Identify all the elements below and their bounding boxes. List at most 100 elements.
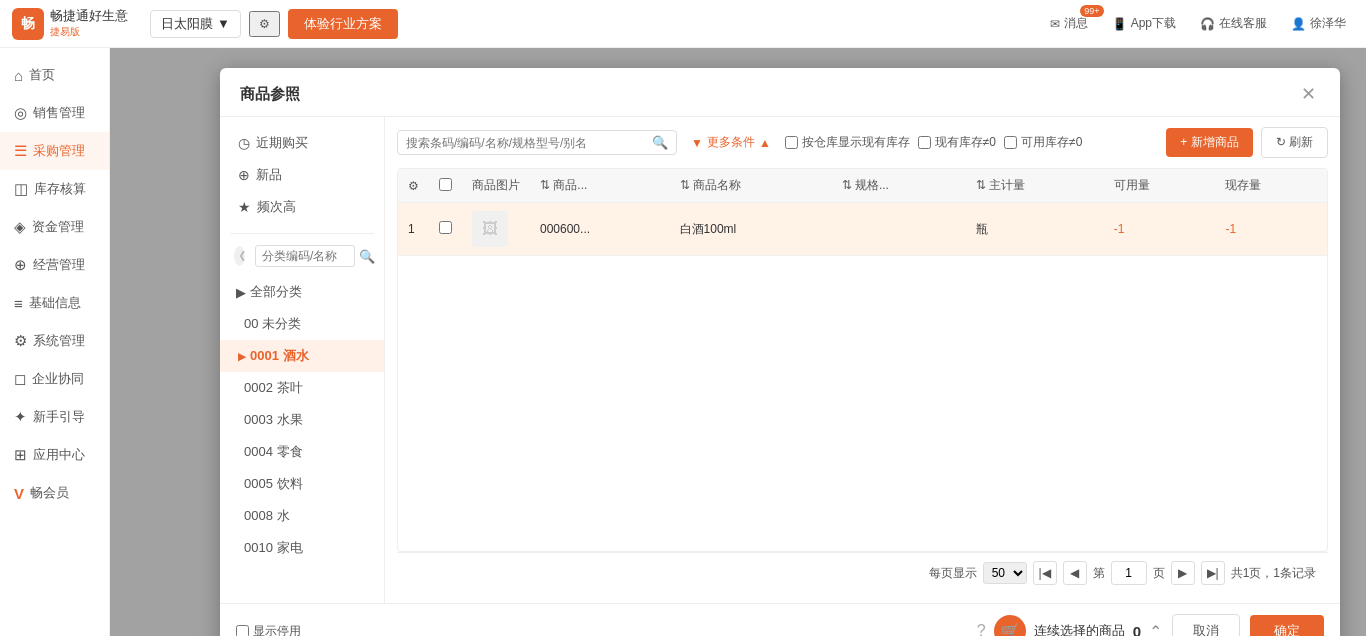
filter-icon: ▼ — [691, 136, 703, 150]
settings-icon-btn[interactable]: ⚙ — [249, 11, 280, 37]
first-page-btn[interactable]: |◀ — [1033, 561, 1057, 585]
warehouse-checkbox-label[interactable]: 按仓库显示现有库存 — [785, 134, 910, 151]
cat-0005[interactable]: 0005 饮料 — [220, 468, 384, 500]
avatar-icon: 👤 — [1291, 17, 1306, 31]
per-page-select[interactable]: 50 — [983, 562, 1027, 584]
collapse-btn[interactable]: 《 — [234, 246, 245, 266]
row-check[interactable] — [429, 203, 462, 256]
messages-btn[interactable]: ✉ 消息 99+ — [1042, 11, 1096, 36]
sidebar-item-sales[interactable]: ◎ 销售管理 — [0, 94, 109, 132]
table-row[interactable]: 1 🖼 — [398, 203, 1327, 256]
search-icon[interactable]: 🔍 — [652, 135, 668, 150]
sort-icon-name: ⇅ — [680, 178, 690, 192]
experience-btn[interactable]: 体验行业方案 — [288, 9, 398, 39]
modal-close-btn[interactable]: ✕ — [1296, 82, 1320, 106]
nav-right: ✉ 消息 99+ 📱 App下载 🎧 在线客服 👤 徐泽华 — [1042, 11, 1354, 36]
sidebar-item-finance[interactable]: ◈ 资金管理 — [0, 208, 109, 246]
cancel-btn[interactable]: 取消 — [1172, 614, 1240, 636]
system-icon: ⚙ — [14, 332, 27, 350]
available-checkbox[interactable] — [918, 136, 931, 149]
row-checkbox[interactable] — [439, 221, 452, 234]
category-tree: ▶ 全部分类 00 未分类 ▶ 0001 酒水 0002 茶叶 — [220, 276, 384, 593]
sidebar-item-member[interactable]: V 畅会员 — [0, 474, 109, 512]
confirm-btn[interactable]: 确定 — [1250, 615, 1324, 636]
refresh-btn[interactable]: ↻ 刷新 — [1261, 127, 1328, 158]
sidebar-item-basic[interactable]: ≡ 基础信息 — [0, 284, 109, 322]
divider — [230, 233, 374, 234]
th-img: 商品图片 — [462, 169, 530, 203]
prev-page-btn[interactable]: ◀ — [1063, 561, 1087, 585]
cat-frequent[interactable]: ★ 频次高 — [230, 191, 374, 223]
cat-0001[interactable]: ▶ 0001 酒水 — [220, 340, 384, 372]
arrow-icon: ▶ — [236, 285, 246, 300]
usable-checkbox-label[interactable]: 可用库存≠0 — [1004, 134, 1082, 151]
th-unit[interactable]: ⇅ 主计量 — [966, 169, 1104, 203]
cat-0002[interactable]: 0002 茶叶 — [220, 372, 384, 404]
cat-new[interactable]: ⊕ 新品 — [230, 159, 374, 191]
available-checkbox-label[interactable]: 现有库存≠0 — [918, 134, 996, 151]
cat-all[interactable]: ▶ 全部分类 — [220, 276, 384, 308]
product-panel: 🔍 ▼ 更多条件 ▲ 按仓库显示现有库存 — [385, 117, 1340, 603]
sidebar-item-home[interactable]: ⌂ 首页 — [0, 56, 109, 94]
cart-collapse-icon[interactable]: ⌃ — [1149, 622, 1162, 637]
th-check[interactable] — [429, 169, 462, 203]
new-icon: ⊕ — [238, 167, 250, 183]
row-img: 🖼 — [462, 203, 530, 256]
logo-area: 畅 畅捷通好生意 捷易版 — [12, 8, 142, 40]
sidebar-item-newbie[interactable]: ✦ 新手引导 — [0, 398, 109, 436]
next-page-btn[interactable]: ▶ — [1171, 561, 1195, 585]
sidebar-item-apps[interactable]: ⊞ 应用中心 — [0, 436, 109, 474]
filter-btn[interactable]: ▼ 更多条件 ▲ — [685, 130, 777, 155]
category-panel: ◷ 近期购买 ⊕ 新品 ★ 频次高 《 — [220, 117, 385, 603]
enterprise-icon: ◻ — [14, 370, 26, 388]
last-page-btn[interactable]: ▶| — [1201, 561, 1225, 585]
th-settings[interactable]: ⚙ — [398, 169, 429, 203]
layout: ⌂ 首页 ◎ 销售管理 ☰ 采购管理 ◫ 库存核算 ◈ 资金管理 ⊕ 经营管理 … — [0, 48, 1366, 636]
headset-icon: 🎧 — [1200, 17, 1215, 31]
cart-icon[interactable]: 🛒 — [994, 615, 1026, 636]
help-icon[interactable]: ? — [977, 622, 986, 636]
modal-header: 商品参照 ✕ — [220, 68, 1340, 117]
show-disabled-label[interactable]: 显示停用 — [236, 623, 301, 637]
sidebar-item-system[interactable]: ⚙ 系统管理 — [0, 322, 109, 360]
cat-recent[interactable]: ◷ 近期购买 — [230, 127, 374, 159]
cat-0003[interactable]: 0003 水果 — [220, 404, 384, 436]
sort-icon-unit: ⇅ — [976, 178, 986, 192]
cat-search-input[interactable] — [255, 245, 355, 267]
user-avatar[interactable]: 👤 徐泽华 — [1283, 11, 1354, 36]
online-service-btn[interactable]: 🎧 在线客服 — [1192, 11, 1275, 36]
nav-selector[interactable]: 日太阳膜 ▼ — [150, 10, 241, 38]
page-number-input[interactable] — [1111, 561, 1147, 585]
sidebar-item-enterprise[interactable]: ◻ 企业协同 — [0, 360, 109, 398]
modal-body: ◷ 近期购买 ⊕ 新品 ★ 频次高 《 — [220, 117, 1340, 603]
add-product-btn[interactable]: + 新增商品 — [1166, 128, 1252, 157]
modal-title: 商品参照 — [240, 85, 300, 104]
sidebar-item-inventory[interactable]: ◫ 库存核算 — [0, 170, 109, 208]
quick-list: ◷ 近期购买 ⊕ 新品 ★ 频次高 — [220, 127, 384, 229]
th-spec[interactable]: ⇅ 规格... — [832, 169, 966, 203]
logo-sub: 捷易版 — [50, 25, 128, 39]
cat-0010[interactable]: 0010 家电 — [220, 532, 384, 564]
row-code: 000600... — [530, 203, 670, 256]
product-image: 🖼 — [472, 211, 508, 247]
cat-00[interactable]: 00 未分类 — [220, 308, 384, 340]
cat-0004[interactable]: 0004 零食 — [220, 436, 384, 468]
th-code[interactable]: ⇅ 商品... — [530, 169, 670, 203]
sidebar-item-purchase[interactable]: ☰ 采购管理 — [0, 132, 109, 170]
sidebar-item-operation[interactable]: ⊕ 经营管理 — [0, 246, 109, 284]
warehouse-checkbox[interactable] — [785, 136, 798, 149]
cat-search: 🔍 — [251, 245, 379, 267]
chevron-up-icon: ▲ — [759, 136, 771, 150]
show-disabled-checkbox[interactable] — [236, 625, 249, 637]
cat-search-icon[interactable]: 🔍 — [359, 249, 375, 264]
th-name[interactable]: ⇅ 商品名称 — [670, 169, 832, 203]
product-search-input[interactable] — [406, 136, 648, 150]
operation-icon: ⊕ — [14, 256, 27, 274]
row-stock: -1 — [1215, 203, 1327, 256]
apps-icon: ⊞ — [14, 446, 27, 464]
cat-0008[interactable]: 0008 水 — [220, 500, 384, 532]
usable-checkbox[interactable] — [1004, 136, 1017, 149]
app-download-btn[interactable]: 📱 App下载 — [1104, 11, 1184, 36]
select-all-checkbox[interactable] — [439, 178, 452, 191]
arrow-active-icon: ▶ — [238, 351, 246, 362]
